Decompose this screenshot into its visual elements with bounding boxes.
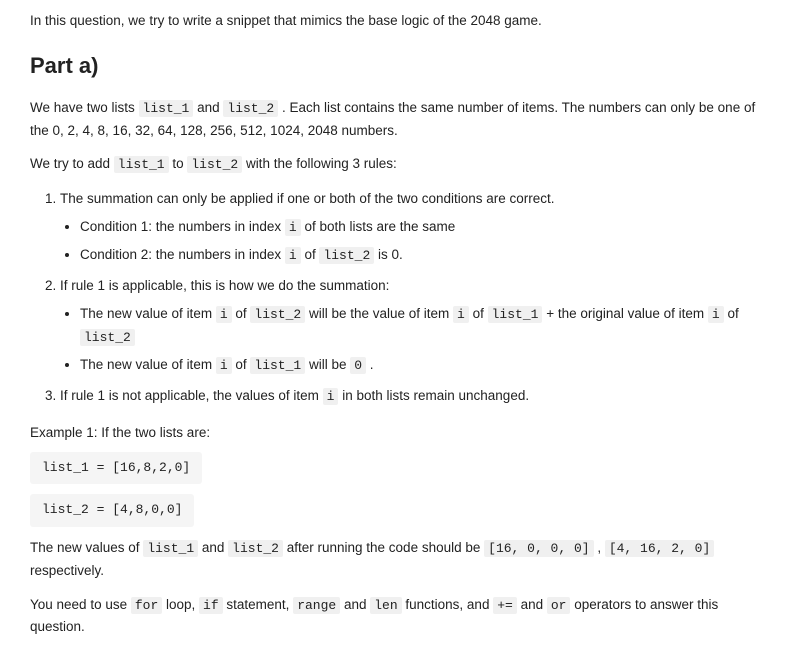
rule1-b1-i: i [285, 219, 301, 236]
para2: We try to add list_1 to list_2 with the … [30, 153, 770, 176]
rule-3: If rule 1 is not applicable, the values … [60, 385, 770, 408]
rule2-bullet2: The new value of item i of list_1 will b… [80, 354, 770, 377]
rule-2: If rule 1 is applicable, this is how we … [60, 275, 770, 377]
r2b2-i: i [216, 357, 232, 374]
r2b1-i1: i [216, 306, 232, 323]
note-pluseq: += [493, 597, 517, 614]
para1-before: We have two lists [30, 100, 139, 115]
r2b1-i2: i [453, 306, 469, 323]
r2b2-list1: list_1 [250, 357, 305, 374]
para1-mid: and [193, 100, 223, 115]
rule2-text: If rule 1 is applicable, this is how we … [60, 278, 389, 293]
rule1-bullet1: Condition 1: the numbers in index i of b… [80, 216, 770, 239]
result-val1: [16, 0, 0, 0] [484, 540, 593, 557]
note-for: for [131, 597, 162, 614]
r2b2-zero: 0 [350, 357, 366, 374]
intro-text: In this question, we try to write a snip… [30, 10, 770, 32]
rule2-bullets: The new value of item i of list_2 will b… [80, 303, 770, 377]
rule2-bullet1: The new value of item i of list_2 will b… [80, 303, 770, 349]
rule3-i: i [323, 388, 339, 405]
para2-list2-code: list_2 [187, 156, 242, 173]
para2-before: We try to add [30, 156, 114, 171]
para1-list2-code: list_2 [223, 100, 278, 117]
example-label: Example 1: If the two lists are: [30, 422, 770, 444]
list1-code-block: list_1 = [16,8,2,0] [30, 452, 202, 485]
rule1-bullet2: Condition 2: the numbers in index i of l… [80, 244, 770, 267]
result-val2: [4, 16, 2, 0] [605, 540, 714, 557]
r2b1-list2: list_2 [250, 306, 305, 323]
part-heading: Part a) [30, 48, 770, 83]
note-if: if [199, 597, 223, 614]
note-or: or [547, 597, 571, 614]
result-list2: list_2 [228, 540, 283, 557]
note-range: range [293, 597, 340, 614]
rule1-b2-list2: list_2 [319, 247, 374, 264]
rule1-text: The summation can only be applied if one… [60, 191, 555, 206]
list2-code-block: list_2 = [4,8,0,0] [30, 494, 194, 527]
rule-1: The summation can only be applied if one… [60, 188, 770, 267]
result-para: The new values of list_1 and list_2 afte… [30, 537, 770, 581]
para1-list1-code: list_1 [139, 100, 194, 117]
rules-list: The summation can only be applied if one… [60, 188, 770, 408]
result-list1: list_1 [143, 540, 198, 557]
para1: We have two lists list_1 and list_2 . Ea… [30, 97, 770, 141]
rule1-b2-i: i [285, 247, 301, 264]
note-para: You need to use for loop, if statement, … [30, 594, 770, 638]
para2-list1-code: list_1 [114, 156, 169, 173]
r2b1-i3: i [708, 306, 724, 323]
r2b1-list1: list_1 [488, 306, 543, 323]
example-section: Example 1: If the two lists are: list_1 … [30, 422, 770, 537]
para2-to: to [169, 156, 188, 171]
r2b1-list2-2: list_2 [80, 329, 135, 346]
para2-after: with the following 3 rules: [242, 156, 397, 171]
note-len: len [370, 597, 401, 614]
rule1-bullets: Condition 1: the numbers in index i of b… [80, 216, 770, 268]
